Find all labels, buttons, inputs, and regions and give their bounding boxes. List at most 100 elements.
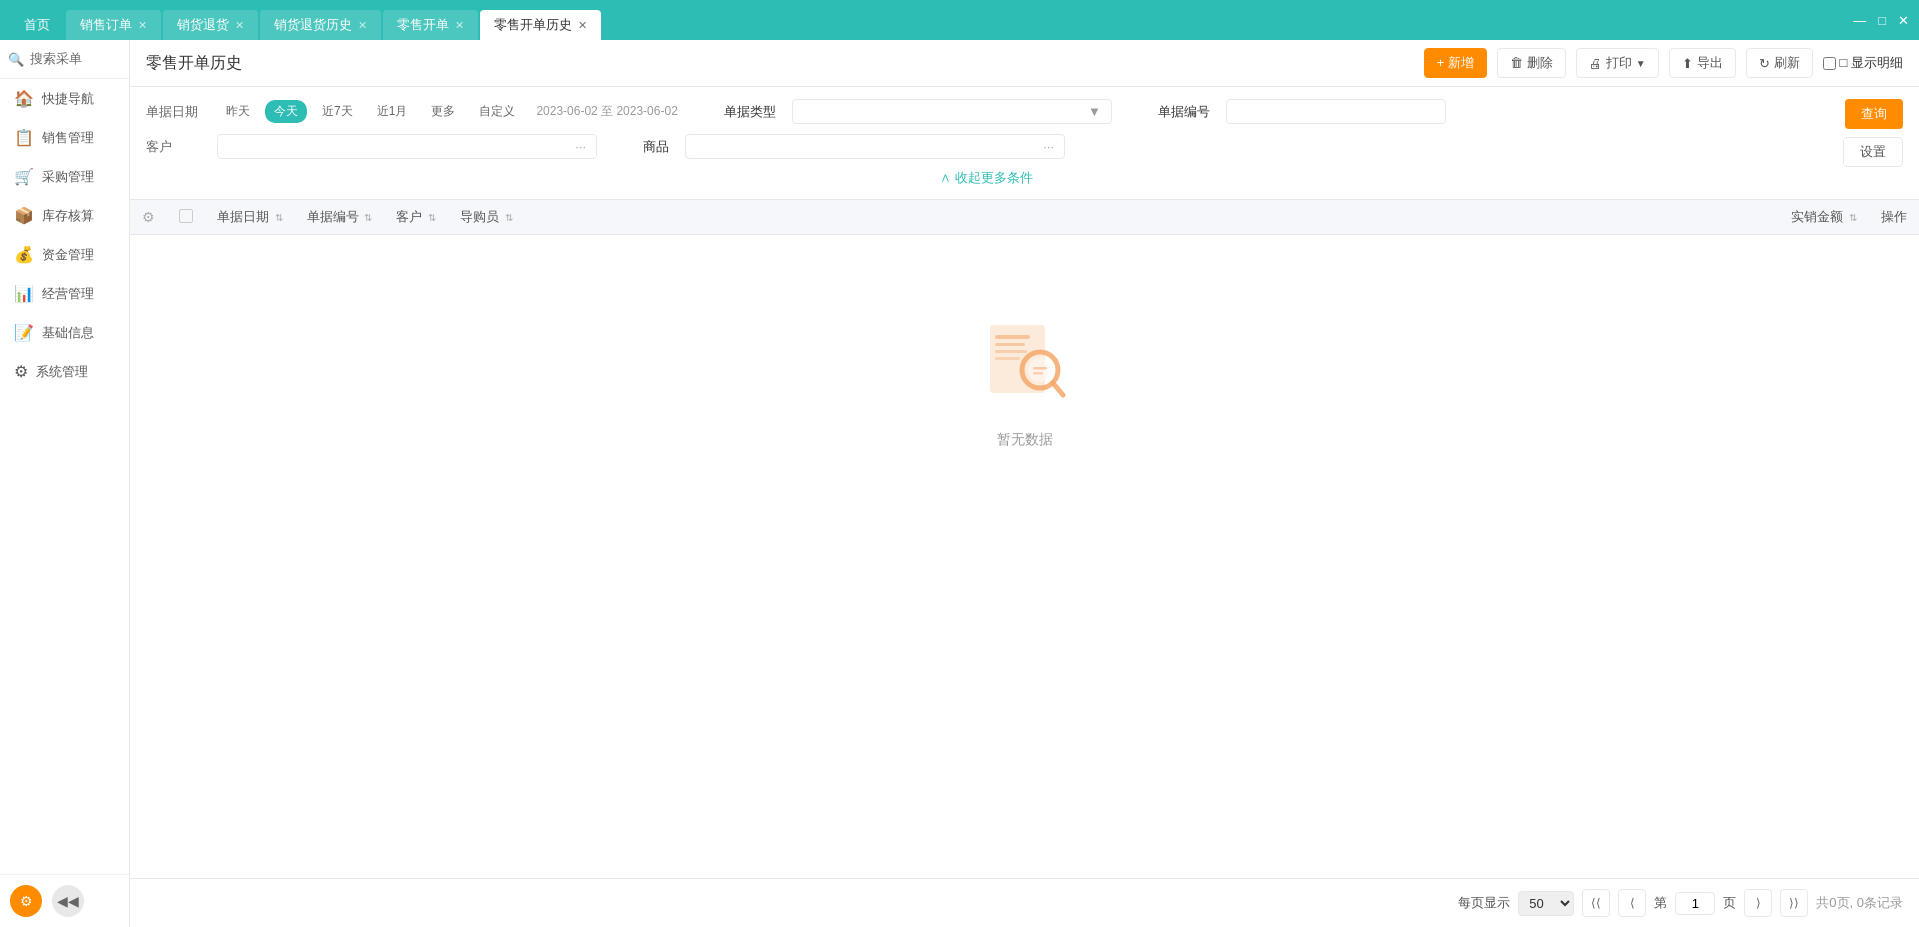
window-controls: — □ ✕	[1853, 13, 1909, 28]
show-detail-checkbox[interactable]	[1823, 57, 1836, 70]
col-guide-sort-icon[interactable]: ⇅	[505, 212, 513, 223]
date-btn-today[interactable]: 今天	[265, 100, 307, 123]
table-header-row: ⚙ 单据日期 ⇅ 单据编号 ⇅	[130, 200, 1919, 235]
first-page-btn[interactable]: ⟨⟨	[1582, 889, 1610, 917]
tab-sales-return-close[interactable]: ✕	[235, 19, 244, 32]
date-btn-more[interactable]: 更多	[422, 100, 464, 123]
minimize-btn[interactable]: —	[1853, 13, 1866, 28]
search-icon: 🔍	[8, 52, 24, 67]
total-info: 共0页, 0条记录	[1816, 894, 1903, 912]
table-gear-icon[interactable]: ⚙	[142, 209, 155, 225]
sidebar-item-finance[interactable]: 💰 资金管理	[0, 235, 129, 274]
col-date-label: 单据日期	[217, 209, 269, 224]
col-customer: 客户 ⇅	[384, 200, 448, 235]
tab-sales-return-history-close[interactable]: ✕	[358, 19, 367, 32]
next-page-btn[interactable]: ⟩	[1744, 889, 1772, 917]
main-layout: 🔍 搜索采单 🏠 快捷导航 📋 销售管理 🛒 采购管理 📦 库存核算 💰	[0, 40, 1919, 927]
customer-ellipsis-icon: ···	[575, 139, 586, 154]
operation-icon: 📊	[14, 284, 34, 303]
sidebar-item-sys-mgmt-label: 系统管理	[36, 363, 88, 381]
settings-bottom-icon: ⚙	[20, 893, 33, 909]
number-filter-label: 单据编号	[1158, 103, 1210, 121]
top-tabbar: 首页 销售订单 ✕ 销货退货 ✕ 销货退货历史 ✕ 零售开单 ✕ 零售开单历史 …	[0, 0, 1919, 40]
tab-retail-open-history-close[interactable]: ✕	[578, 19, 587, 32]
col-number-label: 单据编号	[307, 209, 359, 224]
page-number-input[interactable]: 1	[1675, 892, 1715, 915]
delete-button[interactable]: 🗑 删除	[1497, 48, 1566, 78]
tab-sales-order[interactable]: 销售订单 ✕	[66, 10, 161, 40]
filter-row-2: 客户 ··· 商品 ···	[146, 134, 1827, 159]
sidebar-search[interactable]: 🔍 搜索采单	[0, 40, 129, 79]
date-btn-custom[interactable]: 自定义	[470, 100, 524, 123]
pagination-bar: 每页显示 50 20 100 200 ⟨⟨ ⟨ 第 1 页 ⟩ ⟩⟩ 共0页, …	[130, 878, 1919, 927]
prev-page-btn[interactable]: ⟨	[1618, 889, 1646, 917]
customer-filter-input[interactable]: ···	[217, 134, 597, 159]
filter-row-1: 单据日期 昨天 今天 近7天 近1月 更多 自定义 2023-06-02 至 2…	[146, 99, 1827, 124]
sidebar-item-sales-mgmt-label: 销售管理	[42, 129, 94, 147]
svg-point-6	[1028, 358, 1052, 382]
basic-info-icon: 📝	[14, 323, 34, 342]
table-select-all-checkbox[interactable]	[179, 209, 193, 223]
tab-home[interactable]: 首页	[10, 10, 64, 40]
type-filter-select[interactable]: ▼	[792, 99, 1112, 124]
refresh-button[interactable]: ↻ 刷新	[1746, 48, 1813, 78]
setting-button[interactable]: 设置	[1843, 137, 1903, 167]
goods-filter-input[interactable]: ···	[685, 134, 1065, 159]
print-button[interactable]: 🖨 🖨 打印 打印 ▼	[1576, 48, 1659, 78]
col-date: 单据日期 ⇅	[205, 200, 295, 235]
sidebar-item-quick-nav[interactable]: 🏠 快捷导航	[0, 79, 129, 118]
query-button[interactable]: 查询	[1845, 99, 1903, 129]
date-btn-yesterday[interactable]: 昨天	[217, 100, 259, 123]
collapse-sidebar-btn[interactable]: ◀◀	[52, 885, 84, 917]
col-customer-sort-icon[interactable]: ⇅	[428, 212, 436, 223]
tab-retail-open-close[interactable]: ✕	[455, 19, 464, 32]
show-detail-toggle[interactable]: □ 显示明细	[1823, 54, 1903, 72]
empty-state: 暂无数据	[130, 235, 1919, 529]
svg-rect-3	[995, 350, 1027, 353]
goods-filter-label: 商品	[643, 138, 669, 156]
col-guide: 导购员 ⇅	[448, 200, 525, 235]
col-amount-sort-icon[interactable]: ⇅	[1849, 212, 1857, 223]
tab-sales-order-close[interactable]: ✕	[138, 19, 147, 32]
sidebar-item-inventory[interactable]: 📦 库存核算	[0, 196, 129, 235]
home-icon: 🏠	[14, 89, 34, 108]
per-page-select[interactable]: 50 20 100 200	[1518, 891, 1574, 916]
sidebar-item-sys-mgmt[interactable]: ⚙ 系统管理	[0, 352, 129, 391]
date-range-display: 2023-06-02 至 2023-06-02	[536, 103, 677, 120]
col-action: 操作	[1869, 200, 1919, 235]
type-filter-label: 单据类型	[724, 103, 776, 121]
filter-area: 单据日期 昨天 今天 近7天 近1月 更多 自定义 2023-06-02 至 2…	[130, 87, 1919, 200]
collapse-btn[interactable]: ∧ 收起更多条件	[940, 169, 1033, 187]
tab-sales-return-history[interactable]: 销货退货历史 ✕	[260, 10, 381, 40]
type-filter-dropdown-icon: ▼	[1088, 104, 1101, 119]
sidebar-item-purchase-mgmt[interactable]: 🛒 采购管理	[0, 157, 129, 196]
export-button[interactable]: ⬆ 导出	[1669, 48, 1736, 78]
svg-rect-9	[1033, 372, 1043, 375]
add-button[interactable]: + 新增	[1424, 48, 1487, 78]
number-filter-input[interactable]	[1226, 99, 1446, 124]
sidebar-item-quick-nav-label: 快捷导航	[42, 90, 94, 108]
purchase-icon: 🛒	[14, 167, 34, 186]
date-btn-last1m[interactable]: 近1月	[368, 100, 417, 123]
tab-sales-return-label: 销货退货	[177, 16, 229, 34]
sidebar-item-operation[interactable]: 📊 经营管理	[0, 274, 129, 313]
last-page-btn[interactable]: ⟩⟩	[1780, 889, 1808, 917]
sidebar-item-sales-mgmt[interactable]: 📋 销售管理	[0, 118, 129, 157]
empty-text: 暂无数据	[997, 431, 1053, 449]
tab-retail-open[interactable]: 零售开单 ✕	[383, 10, 478, 40]
settings-bottom-btn[interactable]: ⚙	[10, 885, 42, 917]
close-btn[interactable]: ✕	[1898, 13, 1909, 28]
tab-retail-open-history[interactable]: 零售开单历史 ✕	[480, 10, 601, 40]
sidebar-item-basic-info[interactable]: 📝 基础信息	[0, 313, 129, 352]
tab-sales-return[interactable]: 销货退货 ✕	[163, 10, 258, 40]
col-amount: 实销金额 ⇅	[1779, 200, 1869, 235]
col-date-sort-icon[interactable]: ⇅	[275, 212, 283, 223]
tab-list: 首页 销售订单 ✕ 销货退货 ✕ 销货退货历史 ✕ 零售开单 ✕ 零售开单历史 …	[10, 0, 601, 40]
sidebar-item-inventory-label: 库存核算	[42, 207, 94, 225]
sidebar-item-finance-label: 资金管理	[42, 246, 94, 264]
page-label-before: 第	[1654, 894, 1667, 912]
date-btn-last7[interactable]: 近7天	[313, 100, 362, 123]
col-spacer	[525, 200, 1780, 235]
col-number-sort-icon[interactable]: ⇅	[364, 212, 372, 223]
maximize-btn[interactable]: □	[1878, 13, 1886, 28]
